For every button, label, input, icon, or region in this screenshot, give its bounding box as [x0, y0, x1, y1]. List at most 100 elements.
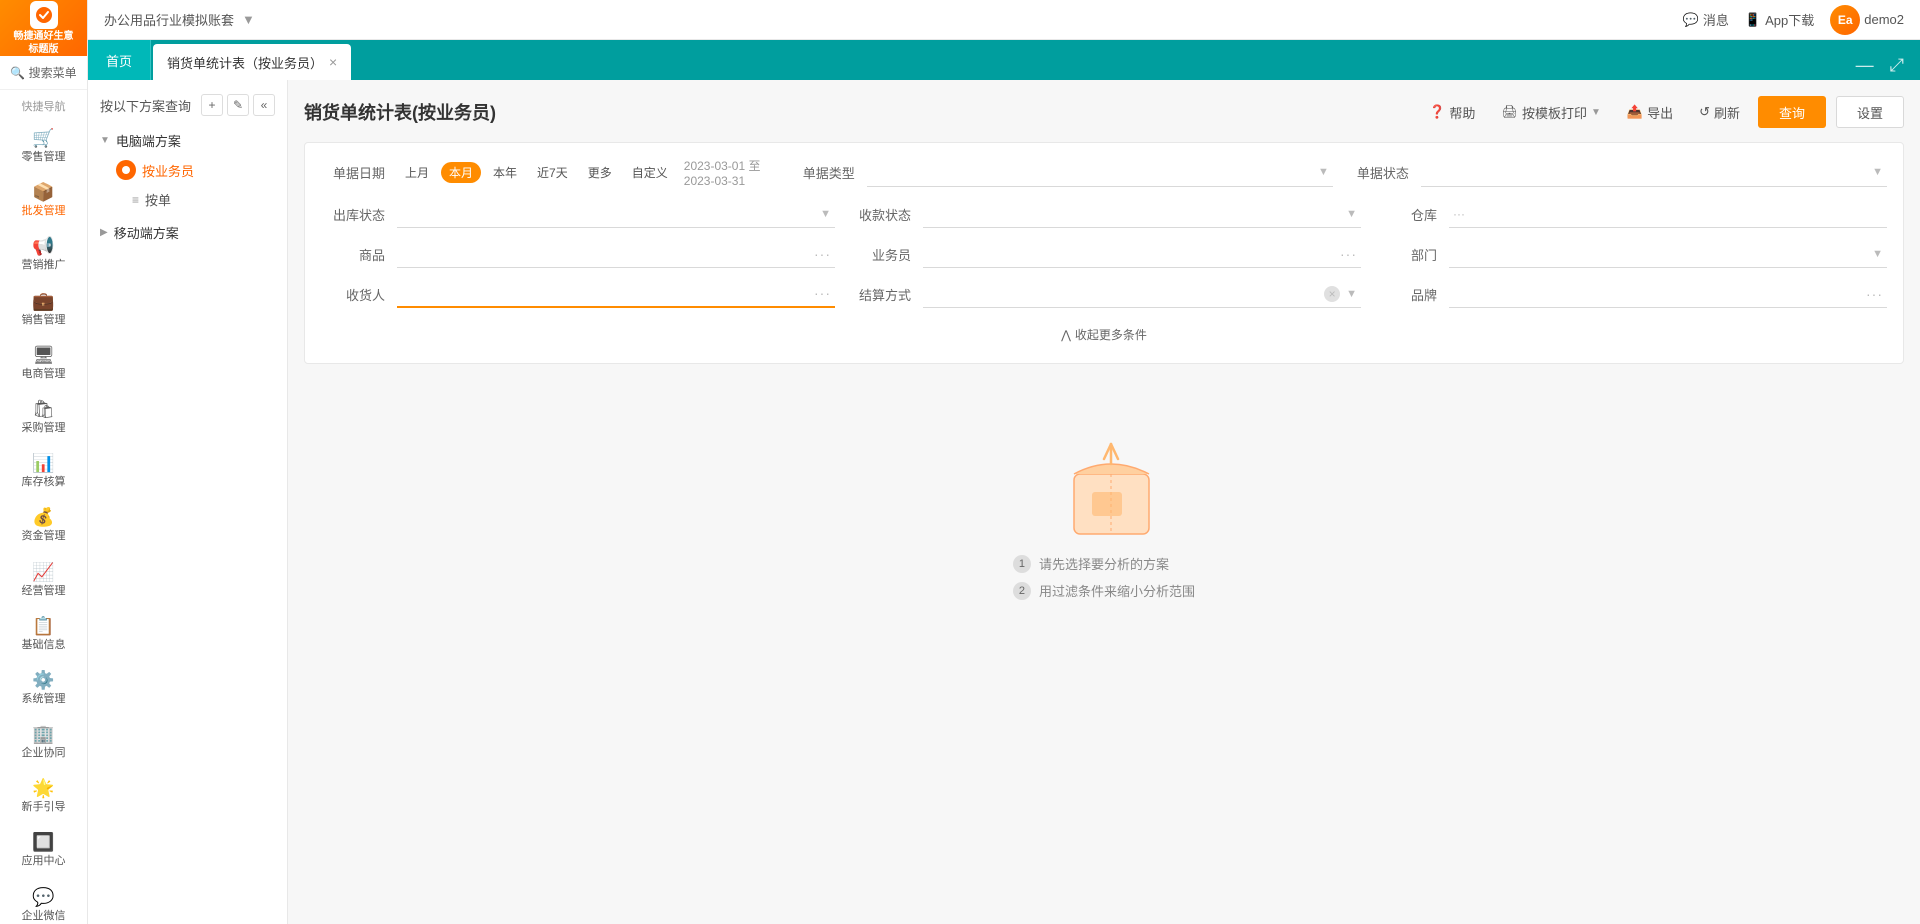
goods-dots: ···	[814, 246, 831, 262]
help-btn[interactable]: ❓ 帮助	[1421, 99, 1483, 126]
dept-arrow: ▼	[1872, 248, 1883, 260]
add-scheme-btn[interactable]: +	[201, 94, 223, 116]
query-button[interactable]: 查询	[1758, 96, 1826, 128]
tab-maximize-btn[interactable]: ⤢	[1886, 51, 1908, 80]
tab-home[interactable]: 首页	[88, 40, 151, 80]
edit-scheme-btn[interactable]: ✎	[227, 94, 249, 116]
sidebar-label-inventory: 库存核算	[22, 476, 66, 489]
user-initials: Ea	[1838, 13, 1853, 27]
out-status-control[interactable]: ▼	[397, 200, 835, 228]
settlement-clear-btn[interactable]: ×	[1324, 286, 1340, 302]
sidebar-item-newbie[interactable]: 🌟 新手引导	[0, 768, 87, 822]
collapse-panel-btn[interactable]: «	[253, 94, 275, 116]
sidebar-item-wholesale[interactable]: 📦 批发管理	[0, 172, 87, 226]
right-panel: 销货单统计表(按业务员) ❓ 帮助 🖨 按模板打印 ▼ 📤 导出	[288, 80, 1920, 924]
pc-arrow-icon: ▼	[100, 135, 110, 146]
date-custom[interactable]: 自定义	[624, 162, 676, 183]
dropdown-icon[interactable]: ▼	[242, 12, 255, 27]
refresh-btn[interactable]: ↺ 刷新	[1691, 99, 1748, 126]
brand-control[interactable]: ···	[1449, 280, 1887, 308]
sidebar-label-purchase: 采购管理	[22, 422, 66, 435]
app-download-label: App下载	[1765, 10, 1814, 29]
sidebar-item-basic[interactable]: 📋 基础信息	[0, 606, 87, 660]
sidebar-label-newbie: 新手引导	[22, 801, 66, 814]
messages-btn[interactable]: 💬 消息	[1683, 10, 1729, 29]
date-more[interactable]: 更多	[580, 162, 620, 183]
filter-box: 单据日期 上月 本月 本年 近7天 更多 自定义 2023-03-01 至 20…	[304, 142, 1904, 364]
export-btn[interactable]: 📤 导出	[1619, 99, 1681, 126]
scheme-by-salesperson[interactable]: 按业务员	[88, 155, 287, 185]
search-icon: 🔍	[10, 66, 25, 80]
scheme-by-order[interactable]: ≡ 按单	[88, 185, 287, 214]
filter-row-2: 出库状态 ▼ 收款状态 ▼ 仓库 ···	[321, 200, 1887, 228]
sidebar-item-sales[interactable]: 💼 销售管理	[0, 281, 87, 335]
sidebar-label-marketing: 营销推广	[22, 259, 66, 272]
print-btn[interactable]: 🖨 按模板打印 ▼	[1493, 99, 1608, 126]
edit-icon: ✎	[233, 98, 243, 112]
app-download-btn[interactable]: 📱 App下载	[1745, 10, 1814, 29]
sidebar-item-operations[interactable]: 📈 经营管理	[0, 552, 87, 606]
goods-control[interactable]: ···	[397, 240, 835, 268]
receiver-control[interactable]: ···	[397, 280, 835, 308]
doc-status-control[interactable]: ▼	[1421, 159, 1887, 187]
tab-home-label: 首页	[106, 51, 132, 70]
goods-label: 商品	[321, 245, 385, 264]
mobile-scheme-header[interactable]: ▶ 移动端方案	[88, 218, 287, 247]
payment-control[interactable]: ▼	[923, 200, 1361, 228]
sidebar-item-system[interactable]: ⚙️ 系统管理	[0, 660, 87, 714]
sidebar-item-wechat[interactable]: 💬 企业微信	[0, 877, 87, 924]
empty-step-2: 2 用过滤条件来缩小分析范围	[1013, 581, 1195, 600]
tabbar: 首页 销货单统计表（按业务员） × — ⤢	[88, 40, 1920, 80]
sidebar-item-enterprise[interactable]: 🏢 企业协同	[0, 714, 87, 768]
date-7days[interactable]: 近7天	[529, 162, 576, 183]
date-this-month[interactable]: 本月	[441, 162, 481, 183]
sidebar-item-finance[interactable]: 💰 资金管理	[0, 497, 87, 551]
active-indicator	[116, 160, 136, 180]
department-control[interactable]: ▼	[1449, 240, 1887, 268]
help-label: 帮助	[1449, 103, 1475, 122]
empty-steps: 1 请先选择要分析的方案 2 用过滤条件来缩小分析范围	[1013, 554, 1195, 600]
settings-button[interactable]: 设置	[1836, 96, 1904, 128]
ecommerce-icon: 🖥	[32, 345, 55, 366]
enterprise-icon: 🏢	[32, 724, 54, 745]
step-1-num: 1	[1013, 555, 1031, 573]
page-title-row: 销货单统计表(按业务员) ❓ 帮助 🖨 按模板打印 ▼ 📤 导出	[304, 96, 1904, 128]
salesperson-control[interactable]: ···	[923, 240, 1361, 268]
date-last-month[interactable]: 上月	[397, 162, 437, 183]
receiver-dots: ···	[814, 285, 831, 301]
settlement-label: 结算方式	[847, 285, 911, 304]
collapse-icon: «	[261, 98, 268, 112]
settlement-control[interactable]: × ▼	[923, 280, 1361, 308]
date-this-year[interactable]: 本年	[485, 162, 525, 183]
sidebar-item-purchase[interactable]: 🛍 采购管理	[0, 389, 87, 443]
step-2-text: 用过滤条件来缩小分析范围	[1039, 581, 1195, 600]
filter-row-3: 商品 ··· 业务员 ··· 部门 ▼	[321, 240, 1887, 268]
messages-label: 消息	[1703, 10, 1729, 29]
doc-type-control[interactable]: ▼	[867, 159, 1333, 187]
sidebar-search[interactable]: 🔍 搜索菜单	[0, 56, 87, 90]
print-dropdown-icon[interactable]: ▼	[1591, 107, 1601, 118]
pc-scheme-header[interactable]: ▼ 电脑端方案	[88, 126, 287, 155]
sidebar-label-finance: 资金管理	[22, 530, 66, 543]
user-area[interactable]: Ea demo2	[1830, 5, 1904, 35]
sidebar-label-operations: 经营管理	[22, 585, 66, 598]
sidebar-item-ecommerce[interactable]: 🖥 电商管理	[0, 335, 87, 389]
sidebar-item-retail[interactable]: 🛒 零售管理	[0, 118, 87, 172]
filter-row-1: 单据日期 上月 本月 本年 近7天 更多 自定义 2023-03-01 至 20…	[321, 157, 1887, 188]
main-area: 办公用品行业模拟账套 ▼ 💬 消息 📱 App下载 Ea demo2 首页	[88, 0, 1920, 924]
tabbar-right: — ⤢	[1852, 51, 1920, 80]
scheme-salesperson-label: 按业务员	[142, 161, 194, 180]
add-icon: +	[208, 98, 215, 112]
wechat-icon: 💬	[32, 887, 54, 908]
warehouse-control[interactable]: ···	[1449, 200, 1887, 228]
sidebar-item-marketing[interactable]: 📢 营销推广	[0, 226, 87, 280]
sidebar-item-appstore[interactable]: 🔲 应用中心	[0, 822, 87, 876]
tab-close-btn[interactable]: ×	[329, 55, 337, 69]
sidebar-label-ecommerce: 电商管理	[22, 368, 66, 381]
tab-active[interactable]: 销货单统计表（按业务员） ×	[153, 44, 351, 80]
tab-minimize-btn[interactable]: —	[1852, 51, 1878, 80]
collapse-more-btn[interactable]: ⋀ 收起更多条件	[1061, 326, 1147, 343]
tab-active-label: 销货单统计表（按业务员）	[167, 53, 323, 72]
empty-state: 1 请先选择要分析的方案 2 用过滤条件来缩小分析范围	[304, 374, 1904, 660]
sidebar-item-inventory[interactable]: 📊 库存核算	[0, 443, 87, 497]
